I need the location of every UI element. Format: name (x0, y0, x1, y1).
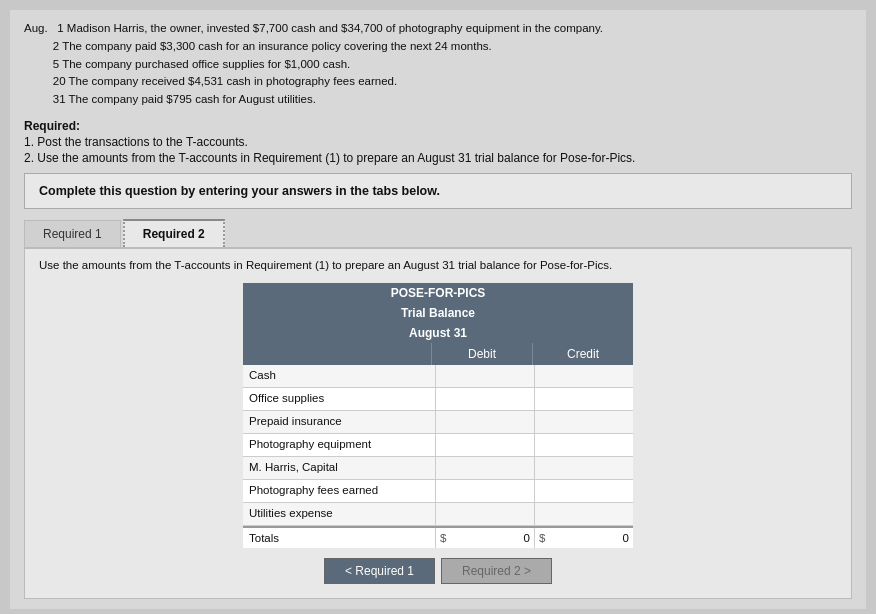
table-row: Photography equipment (243, 434, 633, 457)
nav-buttons: < Required 1 Required 2 > (39, 558, 837, 584)
tab-content: Use the amounts from the T-accounts in R… (24, 249, 852, 599)
debit-office-supplies[interactable] (436, 388, 535, 410)
table-row: M. Harris, Capital (243, 457, 633, 480)
tb-title: Trial Balance (243, 303, 633, 323)
tb-company-name: POSE-FOR-PICS (243, 283, 633, 303)
debit-cash[interactable] (436, 365, 535, 387)
credit-prepaid-insurance[interactable] (535, 411, 633, 433)
col-account-header (243, 343, 432, 365)
month-label: Aug. (24, 22, 48, 34)
totals-credit: $ 0 (535, 528, 633, 548)
tab-description: Use the amounts from the T-accounts in R… (39, 259, 837, 271)
req1-text: 1. Post the transactions to the T-accoun… (24, 135, 852, 149)
credit-photography-fees-earned-input[interactable] (539, 484, 629, 496)
credit-office-supplies-input[interactable] (539, 392, 629, 404)
account-utilities-expense: Utilities expense (243, 503, 436, 525)
table-row: Prepaid insurance (243, 411, 633, 434)
debit-photography-equipment-input[interactable] (440, 438, 530, 450)
debit-m-harris-capital-input[interactable] (440, 461, 530, 473)
totals-label: Totals (243, 528, 436, 548)
transaction-3: 5 The company purchased office supplies … (53, 58, 350, 70)
debit-utilities-expense[interactable] (436, 503, 535, 525)
account-office-supplies: Office supplies (243, 388, 436, 410)
debit-photography-fees-earned-input[interactable] (440, 484, 530, 496)
tab-required-2[interactable]: Required 2 (123, 219, 225, 247)
prev-button[interactable]: < Required 1 (324, 558, 435, 584)
required-section: Required: 1. Post the transactions to th… (24, 119, 852, 165)
credit-m-harris-capital[interactable] (535, 457, 633, 479)
debit-photography-fees-earned[interactable] (436, 480, 535, 502)
totals-debit: $ 0 (436, 528, 535, 548)
main-page: Aug. 1 Madison Harris, the owner, invest… (10, 10, 866, 609)
account-prepaid-insurance: Prepaid insurance (243, 411, 436, 433)
totals-debit-symbol: $ (440, 532, 446, 544)
table-row: Cash (243, 365, 633, 388)
account-photography-equipment: Photography equipment (243, 434, 436, 456)
credit-prepaid-insurance-input[interactable] (539, 415, 629, 427)
credit-photography-equipment-input[interactable] (539, 438, 629, 450)
debit-m-harris-capital[interactable] (436, 457, 535, 479)
totals-credit-symbol: $ (539, 532, 545, 544)
totals-debit-value: 0 (524, 532, 530, 544)
totals-row: Totals $ 0 $ 0 (243, 526, 633, 548)
instruction-box: Complete this question by entering your … (24, 173, 852, 209)
col-debit-header: Debit (432, 343, 533, 365)
credit-utilities-expense-input[interactable] (539, 507, 629, 519)
table-row: Office supplies (243, 388, 633, 411)
totals-credit-value: 0 (623, 532, 629, 544)
transaction-1: 1 Madison Harris, the owner, invested $7… (57, 22, 603, 34)
debit-office-supplies-input[interactable] (440, 392, 530, 404)
req2-text: 2. Use the amounts from the T-accounts i… (24, 151, 852, 165)
tb-date: August 31 (243, 323, 633, 343)
next-button[interactable]: Required 2 > (441, 558, 552, 584)
trial-balance-wrapper: POSE-FOR-PICS Trial Balance August 31 De… (39, 283, 837, 548)
tb-company-header: POSE-FOR-PICS Trial Balance August 31 (243, 283, 633, 343)
transaction-2: 2 The company paid $3,300 cash for an in… (53, 40, 492, 52)
problem-text: Aug. 1 Madison Harris, the owner, invest… (24, 20, 852, 109)
tabs-container: Required 1 Required 2 Use the amounts fr… (24, 219, 852, 599)
credit-photography-equipment[interactable] (535, 434, 633, 456)
debit-prepaid-insurance[interactable] (436, 411, 535, 433)
instruction-text: Complete this question by entering your … (39, 184, 440, 198)
table-row: Utilities expense (243, 503, 633, 526)
account-cash: Cash (243, 365, 436, 387)
transaction-5: 31 The company paid $795 cash for August… (53, 93, 316, 105)
credit-cash-input[interactable] (539, 369, 629, 381)
debit-prepaid-insurance-input[interactable] (440, 415, 530, 427)
debit-utilities-expense-input[interactable] (440, 507, 530, 519)
credit-cash[interactable] (535, 365, 633, 387)
trial-balance: POSE-FOR-PICS Trial Balance August 31 De… (243, 283, 633, 548)
credit-utilities-expense[interactable] (535, 503, 633, 525)
debit-cash-input[interactable] (440, 369, 530, 381)
tab-required-1[interactable]: Required 1 (24, 220, 121, 247)
table-row: Photography fees earned (243, 480, 633, 503)
credit-office-supplies[interactable] (535, 388, 633, 410)
credit-m-harris-capital-input[interactable] (539, 461, 629, 473)
debit-photography-equipment[interactable] (436, 434, 535, 456)
transaction-4: 20 The company received $4,531 cash in p… (53, 75, 397, 87)
col-credit-header: Credit (533, 343, 633, 365)
account-photography-fees-earned: Photography fees earned (243, 480, 436, 502)
account-m-harris-capital: M. Harris, Capital (243, 457, 436, 479)
required-heading: Required: (24, 119, 852, 133)
tab-row: Required 1 Required 2 (24, 219, 852, 249)
credit-photography-fees-earned[interactable] (535, 480, 633, 502)
tb-col-headers: Debit Credit (243, 343, 633, 365)
